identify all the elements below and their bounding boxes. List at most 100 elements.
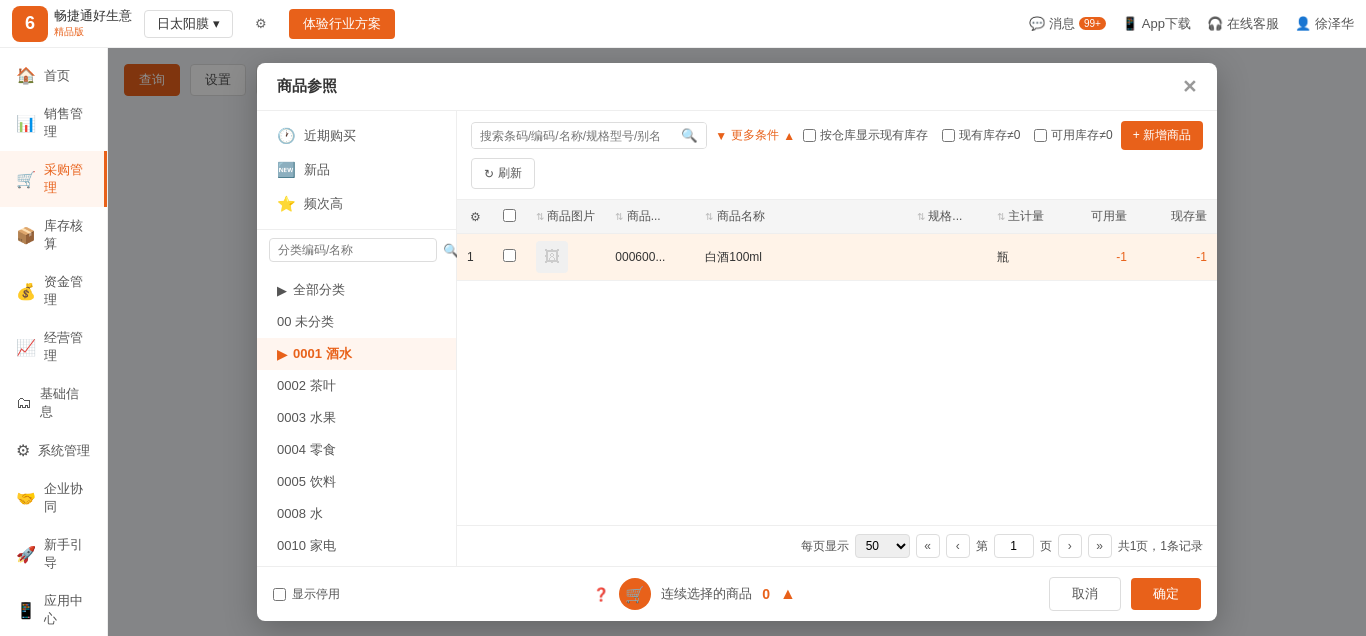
nav-dropdown[interactable]: 日太阳膜 ▾	[144, 10, 233, 38]
sidebar-item-finance[interactable]: 💰 资金管理	[0, 263, 107, 319]
sidebar-item-operations[interactable]: 📈 经营管理	[0, 319, 107, 375]
sidebar-item-sales[interactable]: 📊 销售管理	[0, 95, 107, 151]
sidebar-item-collab[interactable]: 🤝 企业协同	[0, 470, 107, 526]
next-page-button[interactable]: ›	[1058, 534, 1082, 558]
product-table-wrap: ⚙ ⇅ 商品图片 ⇅ 商品...	[457, 200, 1217, 525]
sales-icon: 📊	[16, 114, 36, 133]
category-item-0001[interactable]: ▶ 0001 酒水	[257, 338, 456, 370]
checkbox-stock-label[interactable]: 现有库存≠0	[942, 127, 1020, 144]
product-search-button[interactable]: 🔍	[673, 123, 706, 148]
sidebar-item-system[interactable]: ⚙ 系统管理	[0, 431, 107, 470]
main-area: 查询 设置 刷新 商品参照 ✕ 🕐	[108, 48, 1366, 636]
per-page-select[interactable]: 50 10 20 100	[855, 534, 910, 558]
category-item-0010[interactable]: 0010 家电	[257, 530, 456, 562]
page-number-input[interactable]	[994, 534, 1034, 558]
col-stock-header[interactable]: 现存量	[1137, 200, 1217, 234]
modal-footer: 显示停用 ❓ 🛒 连续选择的商品 0 ▲ 取消 确定	[257, 566, 1217, 621]
sidebar-item-guide[interactable]: 🚀 新手引导	[0, 526, 107, 582]
row-check[interactable]	[493, 234, 526, 281]
sidebar-item-base[interactable]: 🗂 基础信息	[0, 375, 107, 431]
sidebar-item-apps[interactable]: 📱 应用中心	[0, 582, 107, 636]
product-search-bar: 🔍	[471, 122, 707, 149]
product-image: 🖼	[536, 241, 568, 273]
select-all-checkbox[interactable]	[503, 209, 516, 222]
refresh-button[interactable]: ↻ 刷新	[471, 158, 535, 189]
row-checkbox[interactable]	[503, 249, 516, 262]
category-0001-label: 0001 酒水	[293, 345, 352, 363]
experience-button[interactable]: 体验行业方案	[289, 9, 395, 39]
show-disabled-checkbox[interactable]	[273, 588, 286, 601]
col-spec-header[interactable]: ⇅ 规格...	[907, 200, 987, 234]
col-code-header[interactable]: ⇅ 商品...	[605, 200, 695, 234]
category-item-0002[interactable]: 0002 茶叶	[257, 370, 456, 402]
nav-user[interactable]: 👤 徐泽华	[1295, 15, 1354, 33]
category-item-all[interactable]: ▶ 全部分类	[257, 274, 456, 306]
checkbox-warehouse-label[interactable]: 按仓库显示现有库存	[803, 127, 928, 144]
category-item-0005[interactable]: 0005 饮料	[257, 466, 456, 498]
checkbox-avail-label[interactable]: 可用库存≠0	[1034, 127, 1112, 144]
sidebar-item-home[interactable]: 🏠 首页	[0, 56, 107, 95]
category-item-00[interactable]: 00 未分类	[257, 306, 456, 338]
sidebar: 🏠 首页 📊 销售管理 🛒 采购管理 📦 库存核算 💰 资金管理 📈 经营管理 …	[0, 48, 108, 636]
nav-recent-label: 近期购买	[304, 127, 356, 145]
modal-close-button[interactable]: ✕	[1182, 78, 1197, 96]
col-unit-header[interactable]: ⇅ 主计量	[987, 200, 1057, 234]
sort-icon: ⇅	[536, 211, 544, 222]
last-page-button[interactable]: »	[1088, 534, 1112, 558]
arrow-right-icon: ▶	[277, 283, 287, 298]
category-0010-label: 0010 家电	[277, 537, 336, 555]
checkbox-stock-nonzero[interactable]	[942, 129, 955, 142]
star-icon: ⭐	[277, 195, 296, 213]
message-badge: 99+	[1079, 17, 1106, 30]
col-img-header[interactable]: ⇅ 商品图片	[526, 200, 605, 234]
first-page-button[interactable]: «	[916, 534, 940, 558]
category-item-0003[interactable]: 0003 水果	[257, 402, 456, 434]
filter-up-icon: ▲	[783, 129, 795, 143]
col-settings[interactable]: ⚙	[457, 200, 493, 234]
category-search-input[interactable]	[269, 238, 437, 262]
checkbox-avail-nonzero[interactable]	[1034, 129, 1047, 142]
nav-frequent[interactable]: ⭐ 频次高	[257, 187, 456, 221]
nav-new-product[interactable]: 🆕 新品	[257, 153, 456, 187]
category-item-0008[interactable]: 0008 水	[257, 498, 456, 530]
help-icon[interactable]: ❓	[593, 587, 609, 602]
nav-app[interactable]: 📱 App下载	[1122, 15, 1191, 33]
row-img: 🖼	[526, 234, 605, 281]
prev-page-button[interactable]: ‹	[946, 534, 970, 558]
cart-icon[interactable]: 🛒	[619, 578, 651, 610]
sidebar-item-purchase[interactable]: 🛒 采购管理	[0, 151, 107, 207]
category-search-row: 🔍	[257, 230, 456, 270]
sidebar-home-label: 首页	[44, 67, 70, 85]
row-code: 000600...	[605, 234, 695, 281]
modal-title: 商品参照	[277, 77, 337, 96]
checkbox-group: 按仓库显示现有库存 现有库存≠0 可用库存≠0	[803, 127, 1113, 144]
settings-icon[interactable]: ⚙	[245, 8, 277, 40]
col-name-header[interactable]: ⇅ 商品名称	[695, 200, 907, 234]
nav-recent-purchase[interactable]: 🕐 近期购买	[257, 119, 456, 153]
sidebar-operations-label: 经营管理	[44, 329, 91, 365]
nav-service[interactable]: 🎧 在线客服	[1207, 15, 1279, 33]
service-label: 在线客服	[1227, 15, 1279, 33]
sidebar-sales-label: 销售管理	[44, 105, 91, 141]
col-avail-header[interactable]: 可用量	[1057, 200, 1137, 234]
add-product-button[interactable]: + 新增商品	[1121, 121, 1203, 150]
collab-icon: 🤝	[16, 489, 36, 508]
product-search-input[interactable]	[472, 124, 673, 148]
left-panel: 🕐 近期购买 🆕 新品 ⭐ 频次高	[257, 111, 457, 566]
category-item-0004[interactable]: 0004 零食	[257, 434, 456, 466]
cancel-button[interactable]: 取消	[1049, 577, 1121, 611]
clock-icon: 🕐	[277, 127, 296, 145]
sidebar-collab-label: 企业协同	[44, 480, 91, 516]
nav-message[interactable]: 💬 消息 99+	[1029, 15, 1106, 33]
col-check-header[interactable]	[493, 200, 526, 234]
checkbox-warehouse[interactable]	[803, 129, 816, 142]
sidebar-item-inventory[interactable]: 📦 库存核算	[0, 207, 107, 263]
table-row[interactable]: 1 🖼 000600... 白酒100ml 瓶	[457, 234, 1217, 281]
cart-label: 连续选择的商品	[661, 585, 752, 603]
show-disabled-label: 显示停用	[292, 586, 340, 603]
confirm-button[interactable]: 确定	[1131, 578, 1201, 610]
more-filter-button[interactable]: ▼ 更多条件 ▲	[715, 127, 795, 144]
message-label: 消息	[1049, 15, 1075, 33]
sort-unit-icon: ⇅	[997, 211, 1005, 222]
collapse-icon[interactable]: ▲	[780, 585, 796, 603]
